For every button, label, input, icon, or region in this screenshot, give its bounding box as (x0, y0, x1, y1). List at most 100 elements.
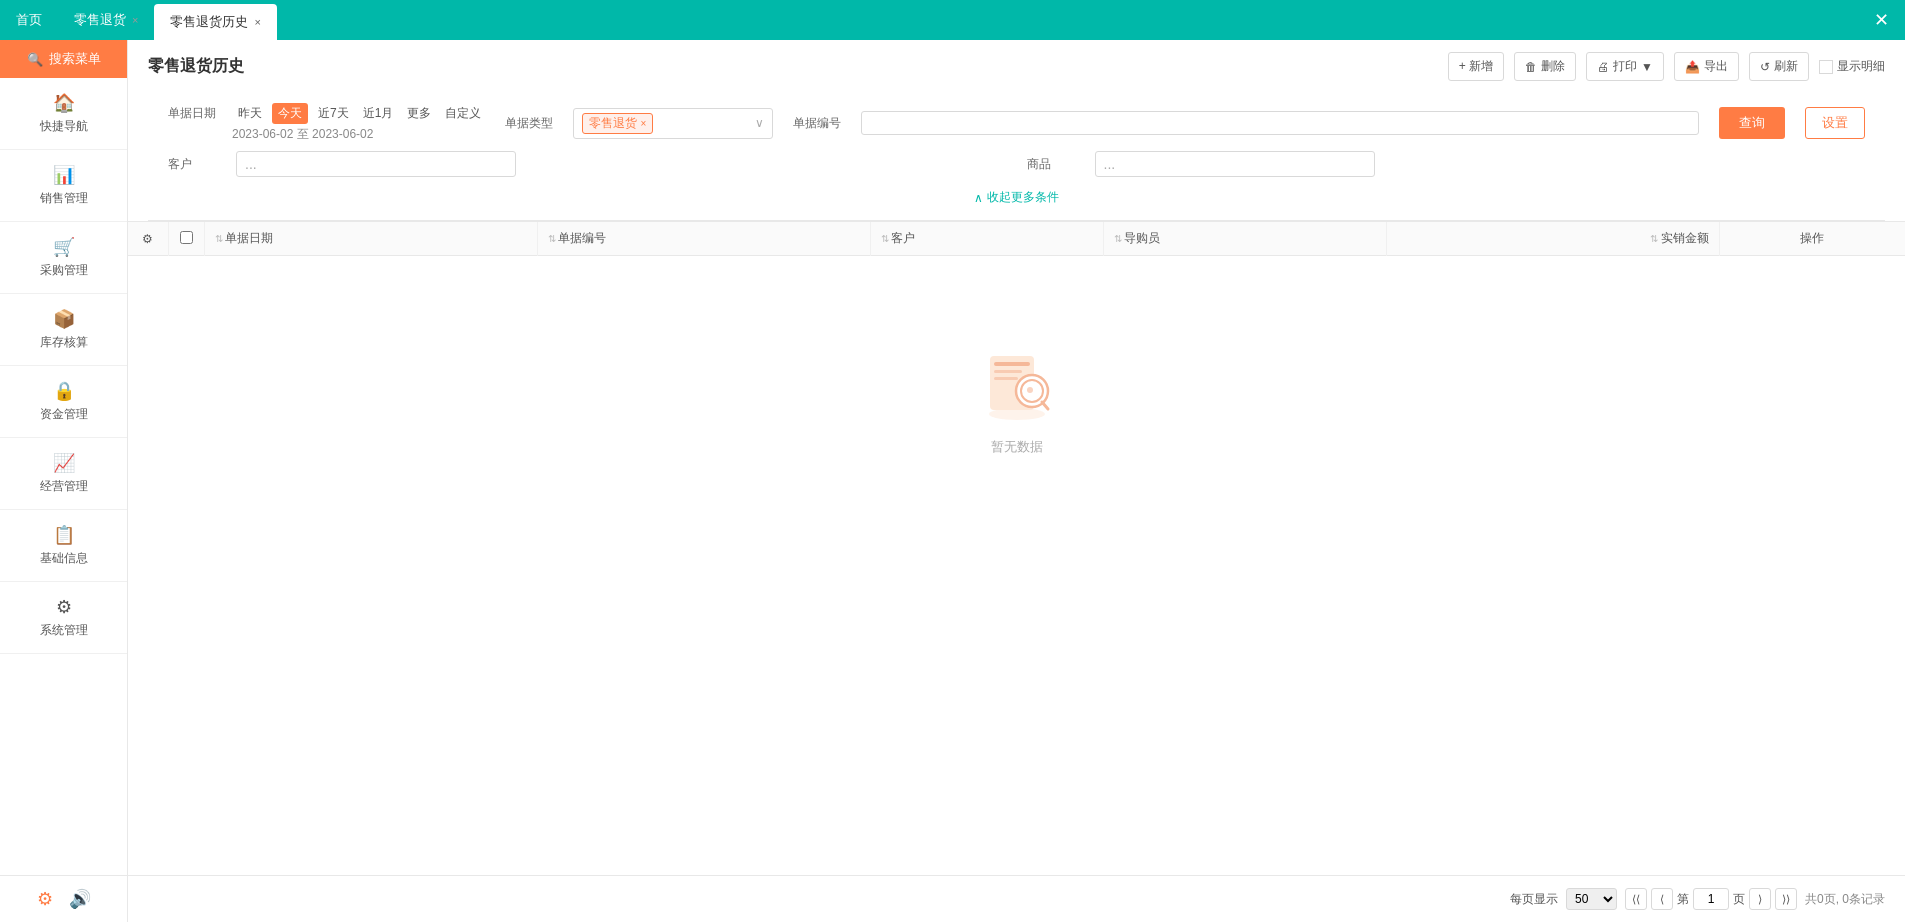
export-label: 导出 (1704, 58, 1728, 75)
goods-dots: ... (1104, 156, 1116, 172)
search-icon: 🔍 (27, 52, 43, 67)
table-wrapper: ⚙ ⇅ 单据日期 ⇅ 单据编号 (128, 222, 1905, 875)
header-actions: + 新增 🗑 删除 🖨 打印 ▼ 📤 导出 ↺ (1448, 52, 1885, 81)
sidebar-item-system[interactable]: ⚙ 系统管理 (0, 582, 127, 654)
refresh-icon: ↺ (1760, 60, 1770, 74)
sidebar-item-inventory[interactable]: 📦 库存核算 (0, 294, 127, 366)
sidebar-search-label: 搜索菜单 (49, 50, 101, 68)
data-table: ⚙ ⇅ 单据日期 ⇅ 单据编号 (128, 222, 1905, 256)
delete-icon: 🗑 (1525, 60, 1537, 74)
sidebar-item-finance[interactable]: 🔒 资金管理 (0, 366, 127, 438)
date-option-yesterday[interactable]: 昨天 (234, 103, 266, 124)
sidebar-item-basic[interactable]: 📋 基础信息 (0, 510, 127, 582)
svg-line-7 (1042, 402, 1048, 409)
first-page-button[interactable]: ⟨⟨ (1625, 888, 1647, 910)
add-button[interactable]: + 新增 (1448, 52, 1504, 81)
prev-page-button[interactable]: ⟨ (1651, 888, 1673, 910)
sidebar-search[interactable]: 🔍 搜索菜单 (0, 40, 127, 78)
display-detail-checkbox[interactable] (1819, 60, 1833, 74)
pagination-nav: ⟨⟨ ⟨ 第 页 ⟩ ⟩⟩ (1625, 888, 1797, 910)
top-bar: 首页 零售退货 × 零售退货历史 × ✕ (0, 0, 1905, 40)
main-layout: 🔍 搜索菜单 🏠 快捷导航 📊 销售管理 🛒 采购管理 📦 库存核算 🔒 资金管… (0, 40, 1905, 922)
filter-area: 单据日期 昨天 今天 近7天 近1月 更多 自定义 2023-06-02 至 2… (148, 93, 1885, 221)
refresh-button[interactable]: ↺ 刷新 (1749, 52, 1809, 81)
next-page-button[interactable]: ⟩ (1749, 888, 1771, 910)
sidebar-item-purchase[interactable]: 🛒 采购管理 (0, 222, 127, 294)
sidebar-item-operation-label: 经营管理 (40, 478, 88, 495)
date-label: 单据日期 (168, 105, 228, 122)
tab-retail-return[interactable]: 零售退货 × (58, 0, 154, 40)
query-button[interactable]: 查询 (1719, 107, 1785, 139)
date-option-custom[interactable]: 自定义 (441, 103, 485, 124)
tab-home-label: 首页 (16, 11, 42, 29)
display-detail-toggle[interactable]: 显示明细 (1819, 58, 1885, 75)
date-option-today[interactable]: 今天 (272, 103, 308, 124)
customer-input[interactable]: ... (236, 151, 516, 177)
select-all-checkbox[interactable] (180, 231, 193, 244)
set-button[interactable]: 设置 (1805, 107, 1865, 139)
th-number: ⇅ 单据编号 (537, 222, 870, 256)
type-select[interactable]: 零售退货 × ∨ (573, 108, 773, 139)
date-option-1month[interactable]: 近1月 (359, 103, 398, 124)
settings-table-icon[interactable]: ⚙ (142, 232, 153, 246)
page-header: 零售退货历史 + 新增 🗑 删除 🖨 打印 ▼ 📤 导出 (128, 40, 1905, 222)
th-settings[interactable]: ⚙ (128, 222, 168, 256)
pagination: 每页显示 50 10 20 100 ⟨⟨ ⟨ 第 页 ⟩ ⟩⟩ 共0页, 0条记… (128, 875, 1905, 922)
tab-retail-return-history-label: 零售退货历史 (170, 13, 248, 31)
th-amount: ⇅ 实销金额 (1386, 222, 1719, 256)
goods-input[interactable]: ... (1095, 151, 1375, 177)
sidebar-item-sales[interactable]: 📊 销售管理 (0, 150, 127, 222)
page-number-input[interactable] (1693, 888, 1729, 910)
filter-row-1: 单据日期 昨天 今天 近7天 近1月 更多 自定义 2023-06-02 至 2… (168, 103, 1865, 143)
sort-date-icon[interactable]: ⇅ (215, 233, 226, 244)
date-options: 昨天 今天 近7天 近1月 更多 自定义 (234, 103, 485, 124)
tab-retail-return-close[interactable]: × (132, 14, 138, 26)
filter-row-2: 客户 ... 商品 ... (168, 151, 1865, 177)
date-option-7days[interactable]: 近7天 (314, 103, 353, 124)
purchase-icon: 🛒 (53, 236, 75, 258)
settings-icon[interactable]: ⚙ (37, 888, 53, 910)
print-button[interactable]: 🖨 打印 ▼ (1586, 52, 1664, 81)
empty-illustration (972, 336, 1062, 426)
sidebar-item-quick-nav[interactable]: 🏠 快捷导航 (0, 78, 127, 150)
tab-home[interactable]: 首页 (0, 0, 58, 40)
number-input[interactable] (861, 111, 1699, 135)
finance-icon: 🔒 (53, 380, 75, 402)
svg-rect-3 (994, 370, 1022, 373)
date-filter: 单据日期 昨天 今天 近7天 近1月 更多 自定义 2023-06-02 至 2… (168, 103, 485, 143)
print-arrow-icon: ▼ (1641, 60, 1653, 74)
per-page-select[interactable]: 50 10 20 100 (1566, 888, 1617, 910)
delete-button[interactable]: 🗑 删除 (1514, 52, 1576, 81)
display-detail-label: 显示明细 (1837, 58, 1885, 75)
sort-customer-icon[interactable]: ⇅ (881, 233, 892, 244)
type-tag-remove[interactable]: × (640, 118, 646, 129)
sort-number-icon[interactable]: ⇅ (548, 233, 559, 244)
print-label: 打印 (1613, 58, 1637, 75)
operation-icon: 📈 (53, 452, 75, 474)
collapse-button[interactable]: ∧ 收起更多条件 (168, 185, 1865, 210)
empty-text: 暂无数据 (991, 438, 1043, 456)
number-label: 单据编号 (793, 115, 853, 132)
th-guide: ⇅ 导购员 (1103, 222, 1386, 256)
sidebar-bottom: ⚙ 🔊 (0, 875, 127, 922)
sidebar-item-operation[interactable]: 📈 经营管理 (0, 438, 127, 510)
last-page-button[interactable]: ⟩⟩ (1775, 888, 1797, 910)
sort-amount-icon[interactable]: ⇅ (1650, 233, 1661, 244)
customer-dots: ... (245, 156, 257, 172)
tab-retail-return-history[interactable]: 零售退货历史 × (154, 4, 276, 40)
date-range-value: 2023-06-02 至 2023-06-02 (232, 126, 373, 143)
page-header-top: 零售退货历史 + 新增 🗑 删除 🖨 打印 ▼ 📤 导出 (148, 52, 1885, 81)
page-unit-label: 页 (1733, 891, 1745, 908)
export-icon: 📤 (1685, 60, 1700, 74)
export-button[interactable]: 📤 导出 (1674, 52, 1739, 81)
customer-filter: 客户 ... (168, 151, 1007, 177)
sort-guide-icon[interactable]: ⇅ (1114, 233, 1125, 244)
empty-state: 暂无数据 (128, 256, 1905, 536)
top-bar-close[interactable]: ✕ (1858, 9, 1905, 31)
number-filter: 单据编号 (793, 111, 1699, 135)
date-option-more[interactable]: 更多 (403, 103, 435, 124)
tab-retail-return-history-close[interactable]: × (254, 16, 260, 28)
sidebar-item-finance-label: 资金管理 (40, 406, 88, 423)
sound-icon[interactable]: 🔊 (69, 888, 91, 910)
th-checkbox[interactable] (168, 222, 204, 256)
